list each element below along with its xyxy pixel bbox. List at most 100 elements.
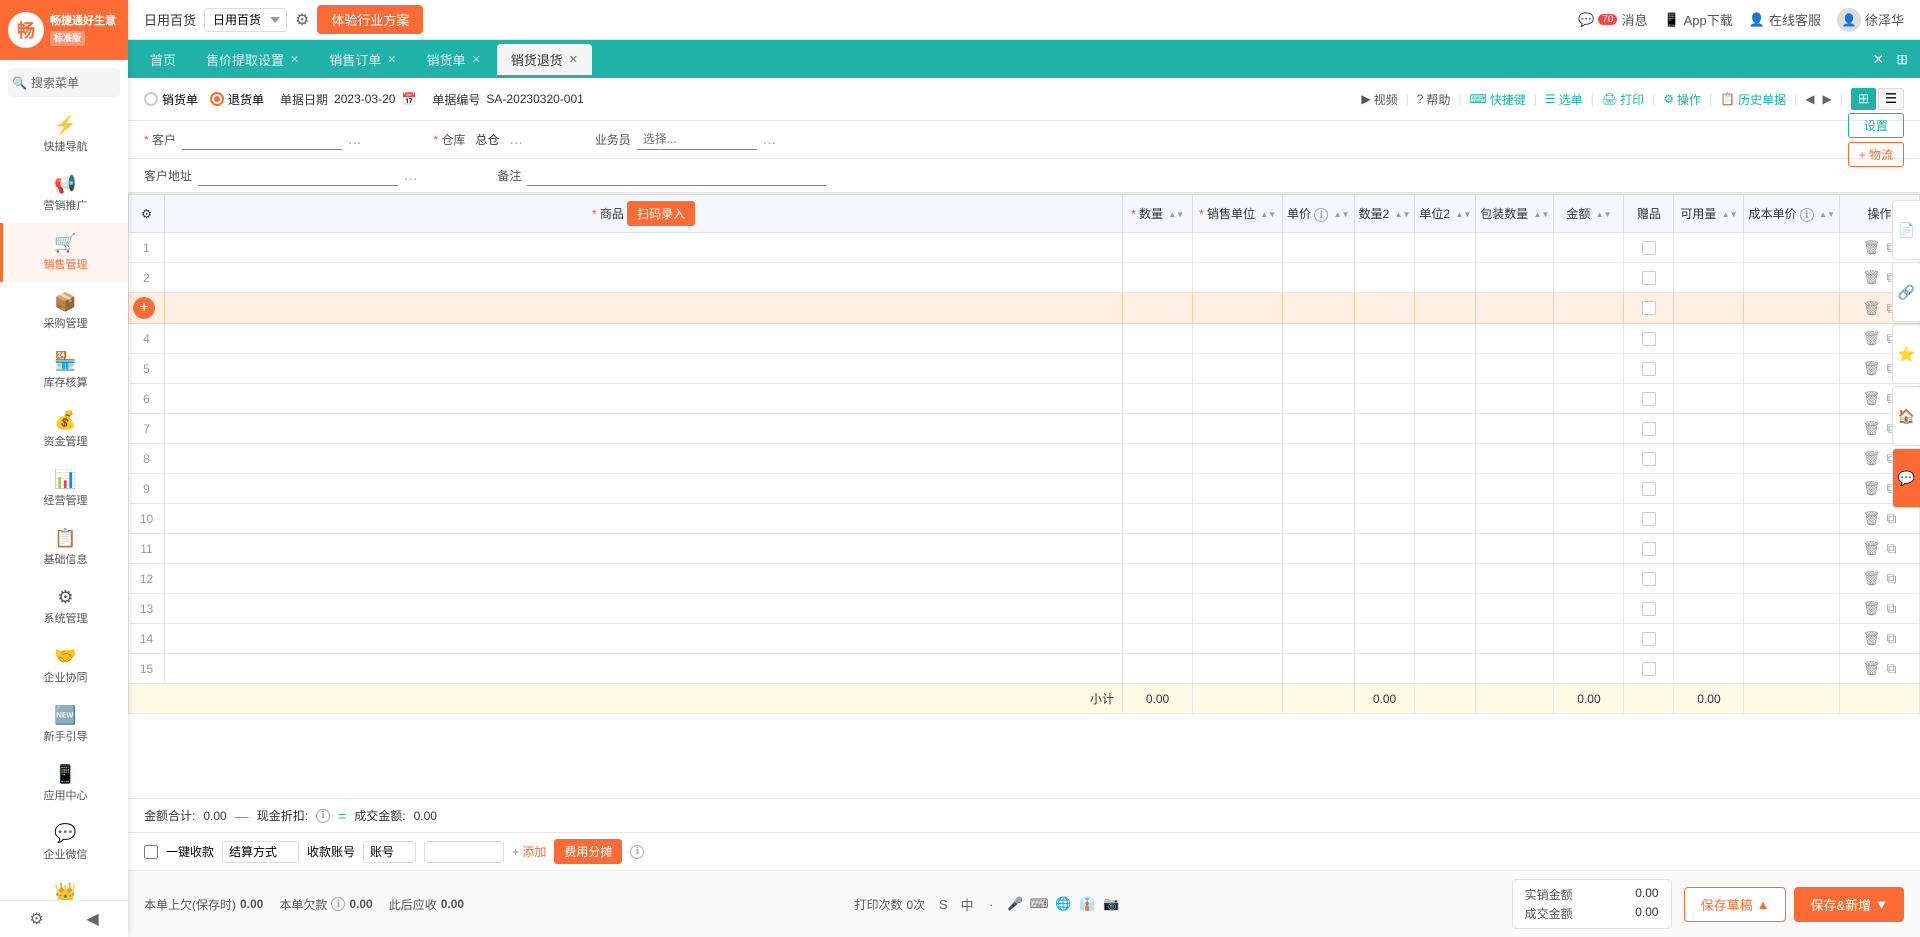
- copy-row-icon[interactable]: ⧉: [1886, 630, 1896, 647]
- select-action[interactable]: ☰ 选单: [1545, 91, 1583, 108]
- gift-cell[interactable]: [1624, 474, 1674, 504]
- packqty-cell[interactable]: [1476, 654, 1554, 684]
- price-cell[interactable]: [1283, 594, 1355, 624]
- unit2-cell[interactable]: [1415, 324, 1476, 354]
- delete-row-icon[interactable]: 🗑: [1863, 300, 1881, 317]
- gift-checkbox[interactable]: [1642, 362, 1656, 376]
- unit-cell[interactable]: [1193, 444, 1283, 474]
- amount-cell[interactable]: [1554, 624, 1624, 654]
- unit-cell[interactable]: [1193, 534, 1283, 564]
- video-action[interactable]: ▶ 视频: [1361, 91, 1397, 108]
- unit-cell[interactable]: [1193, 233, 1283, 263]
- available-cell[interactable]: [1674, 474, 1744, 504]
- packqty-sort-icon[interactable]: ▲▼: [1534, 210, 1550, 219]
- gift-cell[interactable]: [1624, 414, 1674, 444]
- calc-method-select[interactable]: 结算方式: [222, 841, 299, 863]
- qty2-cell[interactable]: [1354, 414, 1415, 444]
- goods-input[interactable]: [169, 331, 1118, 346]
- unit-cell[interactable]: [1193, 354, 1283, 384]
- customer-dots[interactable]: ...: [348, 131, 361, 149]
- app-download-item[interactable]: 📱 App下载: [1663, 10, 1732, 29]
- notification-item[interactable]: 💬 70 消息: [1578, 10, 1647, 29]
- sidebar-item-system[interactable]: ⚙ 系统管理: [0, 577, 128, 636]
- col-settings-icon[interactable]: ⚙: [141, 207, 152, 221]
- gift-checkbox[interactable]: [1642, 392, 1656, 406]
- salesperson-input[interactable]: [637, 129, 757, 150]
- packqty-cell[interactable]: [1476, 414, 1554, 444]
- goods-input[interactable]: [169, 661, 1118, 676]
- unit2-cell[interactable]: [1415, 444, 1476, 474]
- packqty-cell[interactable]: [1476, 263, 1554, 293]
- goods-cell[interactable]: [165, 293, 1123, 324]
- packqty-cell[interactable]: [1476, 233, 1554, 263]
- tab-sales-delivery[interactable]: 销货单 ✕: [412, 44, 494, 75]
- qty-cell[interactable]: [1123, 534, 1193, 564]
- gift-checkbox[interactable]: [1642, 241, 1656, 255]
- price-cell[interactable]: [1283, 233, 1355, 263]
- price-cell[interactable]: [1283, 624, 1355, 654]
- grid-view-button[interactable]: ⊞: [1851, 88, 1876, 110]
- unit2-cell[interactable]: [1415, 293, 1476, 324]
- unit2-cell[interactable]: [1415, 564, 1476, 594]
- price-cell[interactable]: [1283, 414, 1355, 444]
- goods-input[interactable]: [169, 451, 1118, 466]
- settings-button[interactable]: 设置: [1848, 113, 1904, 138]
- operate-action[interactable]: ⚙ 操作: [1663, 91, 1701, 108]
- qty2-cell[interactable]: [1354, 354, 1415, 384]
- delete-row-icon[interactable]: 🗑: [1863, 630, 1881, 647]
- packqty-cell[interactable]: [1476, 594, 1554, 624]
- qty-cell[interactable]: [1123, 324, 1193, 354]
- help-action[interactable]: ? 帮助: [1417, 91, 1451, 108]
- unit2-cell[interactable]: [1415, 474, 1476, 504]
- qty-cell[interactable]: [1123, 564, 1193, 594]
- packqty-cell[interactable]: [1476, 474, 1554, 504]
- qty2-cell[interactable]: [1354, 594, 1415, 624]
- price-cell[interactable]: [1283, 534, 1355, 564]
- calendar-icon[interactable]: 📅: [401, 92, 416, 106]
- costprice-cell[interactable]: [1744, 414, 1840, 444]
- discount-info-icon[interactable]: ℹ: [316, 809, 330, 823]
- unit2-cell[interactable]: [1415, 504, 1476, 534]
- logistics-button[interactable]: + 物流: [1848, 142, 1904, 167]
- unit-cell[interactable]: [1193, 624, 1283, 654]
- amount-input[interactable]: [424, 841, 504, 863]
- qty2-cell[interactable]: [1354, 624, 1415, 654]
- gift-cell[interactable]: [1624, 384, 1674, 414]
- copy-row-icon[interactable]: ⧉: [1886, 570, 1896, 587]
- amount-cell[interactable]: [1554, 233, 1624, 263]
- price-info-icon[interactable]: ℹ: [1314, 208, 1328, 222]
- right-panel-btn-3[interactable]: ⭐: [1892, 324, 1920, 384]
- goods-input[interactable]: [169, 601, 1118, 616]
- delete-row-icon[interactable]: 🗑: [1863, 570, 1881, 587]
- qty-cell[interactable]: [1123, 263, 1193, 293]
- price-cell[interactable]: [1283, 293, 1355, 324]
- available-cell[interactable]: [1674, 293, 1744, 324]
- qty2-cell[interactable]: [1354, 444, 1415, 474]
- costprice-cell[interactable]: [1744, 263, 1840, 293]
- unit-cell[interactable]: [1193, 594, 1283, 624]
- costprice-cell[interactable]: [1744, 233, 1840, 263]
- trial-button[interactable]: 体验行业方案: [317, 5, 423, 34]
- qty-cell[interactable]: [1123, 654, 1193, 684]
- costprice-cell[interactable]: [1744, 444, 1840, 474]
- costprice-cell[interactable]: [1744, 293, 1840, 324]
- sidebar-item-appcenter[interactable]: 📱 应用中心: [0, 754, 128, 813]
- unit-cell[interactable]: [1193, 263, 1283, 293]
- gift-cell[interactable]: [1624, 324, 1674, 354]
- qty2-cell[interactable]: [1354, 534, 1415, 564]
- copy-row-icon[interactable]: ⧉: [1886, 540, 1896, 557]
- price-sort-icon[interactable]: ▲▼: [1334, 210, 1350, 219]
- goods-cell[interactable]: [165, 594, 1123, 624]
- copy-row-icon[interactable]: ⧉: [1886, 510, 1896, 527]
- packqty-cell[interactable]: [1476, 444, 1554, 474]
- unit2-cell[interactable]: [1415, 414, 1476, 444]
- expand-tab-button[interactable]: ⊞: [1892, 47, 1912, 72]
- goods-input[interactable]: [169, 511, 1118, 526]
- unit2-cell[interactable]: [1415, 384, 1476, 414]
- goods-input[interactable]: [169, 421, 1118, 436]
- qty-cell[interactable]: [1123, 414, 1193, 444]
- price-cell[interactable]: [1283, 324, 1355, 354]
- qty-cell[interactable]: [1123, 233, 1193, 263]
- sidebar-item-guide[interactable]: 🆕 新手引导: [0, 695, 128, 754]
- goods-cell[interactable]: [165, 354, 1123, 384]
